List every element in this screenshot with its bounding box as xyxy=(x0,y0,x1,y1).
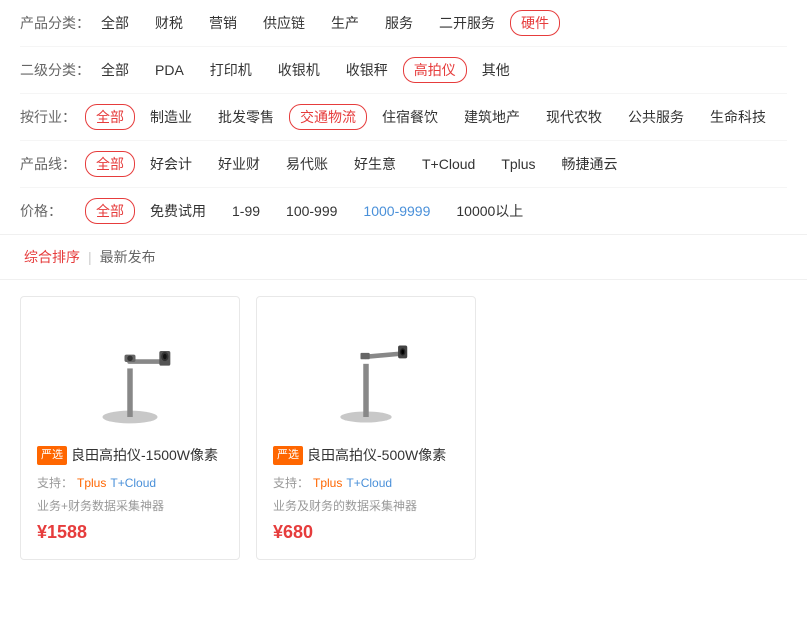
product-line-items: 全部 好会计 好业财 易代账 好生意 T+Cloud Tplus 畅捷通云 xyxy=(85,151,787,177)
pline-item-1[interactable]: 好会计 xyxy=(139,151,203,177)
category2-items: 全部 PDA 打印机 收银机 收银秤 高拍仪 其他 xyxy=(90,57,787,83)
support-tag-tplus-0: Tplus xyxy=(77,476,106,490)
category2-row: 二级分类： 全部 PDA 打印机 收银机 收银秤 高拍仪 其他 xyxy=(20,47,787,94)
price-item-3[interactable]: 100-999 xyxy=(275,200,348,222)
product-desc-1: 业务及财务的数据采集神器 xyxy=(273,497,459,514)
industry-item-0[interactable]: 全部 xyxy=(85,104,135,130)
product-desc-0: 业务+财务数据采集神器 xyxy=(37,497,223,514)
product-image-0 xyxy=(37,313,223,433)
cat2-item-5[interactable]: 高拍仪 xyxy=(403,57,467,83)
category1-items: 全部 财税 营销 供应链 生产 服务 二开服务 硬件 xyxy=(90,10,787,36)
cat1-item-1[interactable]: 财税 xyxy=(144,10,194,36)
sort-bar: 综合排序 | 最新发布 xyxy=(0,235,807,280)
pline-item-6[interactable]: Tplus xyxy=(490,153,546,175)
support-tag-tcloud-0: T+Cloud xyxy=(110,476,156,490)
category2-label: 二级分类： xyxy=(20,60,90,80)
filter-section: 产品分类： 全部 财税 营销 供应链 生产 服务 二开服务 硬件 二级分类： 全… xyxy=(0,0,807,235)
product-price-1: ¥680 xyxy=(273,522,459,543)
pline-item-5[interactable]: T+Cloud xyxy=(411,153,486,175)
sort-comprehensive[interactable]: 综合排序 xyxy=(20,247,84,267)
cat1-item-2[interactable]: 营销 xyxy=(198,10,248,36)
cat1-item-0[interactable]: 全部 xyxy=(90,10,140,36)
product-title-0: 严选 良田高拍仪-1500W像素 xyxy=(37,445,223,466)
product-title-1: 严选 良田高拍仪-500W像素 xyxy=(273,445,459,466)
pline-item-0[interactable]: 全部 xyxy=(85,151,135,177)
product-card-1[interactable]: 严选 良田高拍仪-500W像素 支持： Tplus T+Cloud 业务及财务的… xyxy=(256,296,476,560)
category1-row: 产品分类： 全部 财税 营销 供应链 生产 服务 二开服务 硬件 xyxy=(20,0,787,47)
industry-item-6[interactable]: 现代农牧 xyxy=(535,104,613,130)
sort-divider: | xyxy=(84,249,96,265)
cat1-item-3[interactable]: 供应链 xyxy=(252,10,316,36)
cat2-item-6[interactable]: 其他 xyxy=(471,57,521,83)
industry-item-8[interactable]: 生命科技 xyxy=(699,104,777,130)
cat2-item-0[interactable]: 全部 xyxy=(90,57,140,83)
product-svg-1 xyxy=(316,318,416,428)
cat1-item-6[interactable]: 二开服务 xyxy=(428,10,506,36)
price-item-0[interactable]: 全部 xyxy=(85,198,135,224)
category1-label: 产品分类： xyxy=(20,13,90,33)
title-text-0: 良田高拍仪-1500W像素 xyxy=(71,445,218,466)
price-item-4[interactable]: 1000-9999 xyxy=(352,200,441,222)
price-item-2[interactable]: 1-99 xyxy=(221,200,271,222)
cat1-item-7[interactable]: 硬件 xyxy=(510,10,560,36)
sort-latest[interactable]: 最新发布 xyxy=(96,247,160,267)
price-item-5[interactable]: 10000以上 xyxy=(445,198,534,224)
industry-item-2[interactable]: 批发零售 xyxy=(207,104,285,130)
cat2-item-4[interactable]: 收银秤 xyxy=(335,57,399,83)
product-svg-0 xyxy=(80,318,180,428)
industry-label: 按行业： xyxy=(20,107,85,127)
industry-item-5[interactable]: 建筑地产 xyxy=(453,104,531,130)
cat2-item-1[interactable]: PDA xyxy=(144,59,195,81)
cat1-item-5[interactable]: 服务 xyxy=(374,10,424,36)
price-row: 价格： 全部 免费试用 1-99 100-999 1000-9999 10000… xyxy=(20,188,787,234)
pline-item-3[interactable]: 易代账 xyxy=(275,151,339,177)
product-price-0: ¥1588 xyxy=(37,522,223,543)
product-line-row: 产品线： 全部 好会计 好业财 易代账 好生意 T+Cloud Tplus 畅捷… xyxy=(20,141,787,188)
cat2-item-3[interactable]: 收银机 xyxy=(267,57,331,83)
cat1-item-4[interactable]: 生产 xyxy=(320,10,370,36)
industry-item-1[interactable]: 制造业 xyxy=(139,104,203,130)
product-card-0[interactable]: 严选 良田高拍仪-1500W像素 支持： Tplus T+Cloud 业务+财务… xyxy=(20,296,240,560)
cat2-item-2[interactable]: 打印机 xyxy=(199,57,263,83)
product-support-1: 支持： Tplus T+Cloud xyxy=(273,474,459,491)
industry-item-7[interactable]: 公共服务 xyxy=(617,104,695,130)
product-line-label: 产品线： xyxy=(20,154,85,174)
price-items: 全部 免费试用 1-99 100-999 1000-9999 10000以上 xyxy=(85,198,787,224)
price-item-1[interactable]: 免费试用 xyxy=(139,198,217,224)
pline-item-7[interactable]: 畅捷通云 xyxy=(551,151,629,177)
product-support-0: 支持： Tplus T+Cloud xyxy=(37,474,223,491)
price-label: 价格： xyxy=(20,201,85,221)
support-tag-tcloud-1: T+Cloud xyxy=(346,476,392,490)
product-grid: 严选 良田高拍仪-1500W像素 支持： Tplus T+Cloud 业务+财务… xyxy=(0,280,807,576)
badge-yanxuan-0: 严选 xyxy=(37,446,67,465)
product-image-1 xyxy=(273,313,459,433)
title-text-1: 良田高拍仪-500W像素 xyxy=(307,445,446,466)
support-label-1: 支持： xyxy=(273,474,309,491)
pline-item-4[interactable]: 好生意 xyxy=(343,151,407,177)
support-label-0: 支持： xyxy=(37,474,73,491)
pline-item-2[interactable]: 好业财 xyxy=(207,151,271,177)
badge-yanxuan-1: 严选 xyxy=(273,446,303,465)
industry-item-4[interactable]: 住宿餐饮 xyxy=(371,104,449,130)
industry-item-3[interactable]: 交通物流 xyxy=(289,104,367,130)
support-tag-tplus-1: Tplus xyxy=(313,476,342,490)
industry-row: 按行业： 全部 制造业 批发零售 交通物流 住宿餐饮 建筑地产 现代农牧 公共服… xyxy=(20,94,787,141)
industry-items: 全部 制造业 批发零售 交通物流 住宿餐饮 建筑地产 现代农牧 公共服务 生命科… xyxy=(85,104,787,130)
